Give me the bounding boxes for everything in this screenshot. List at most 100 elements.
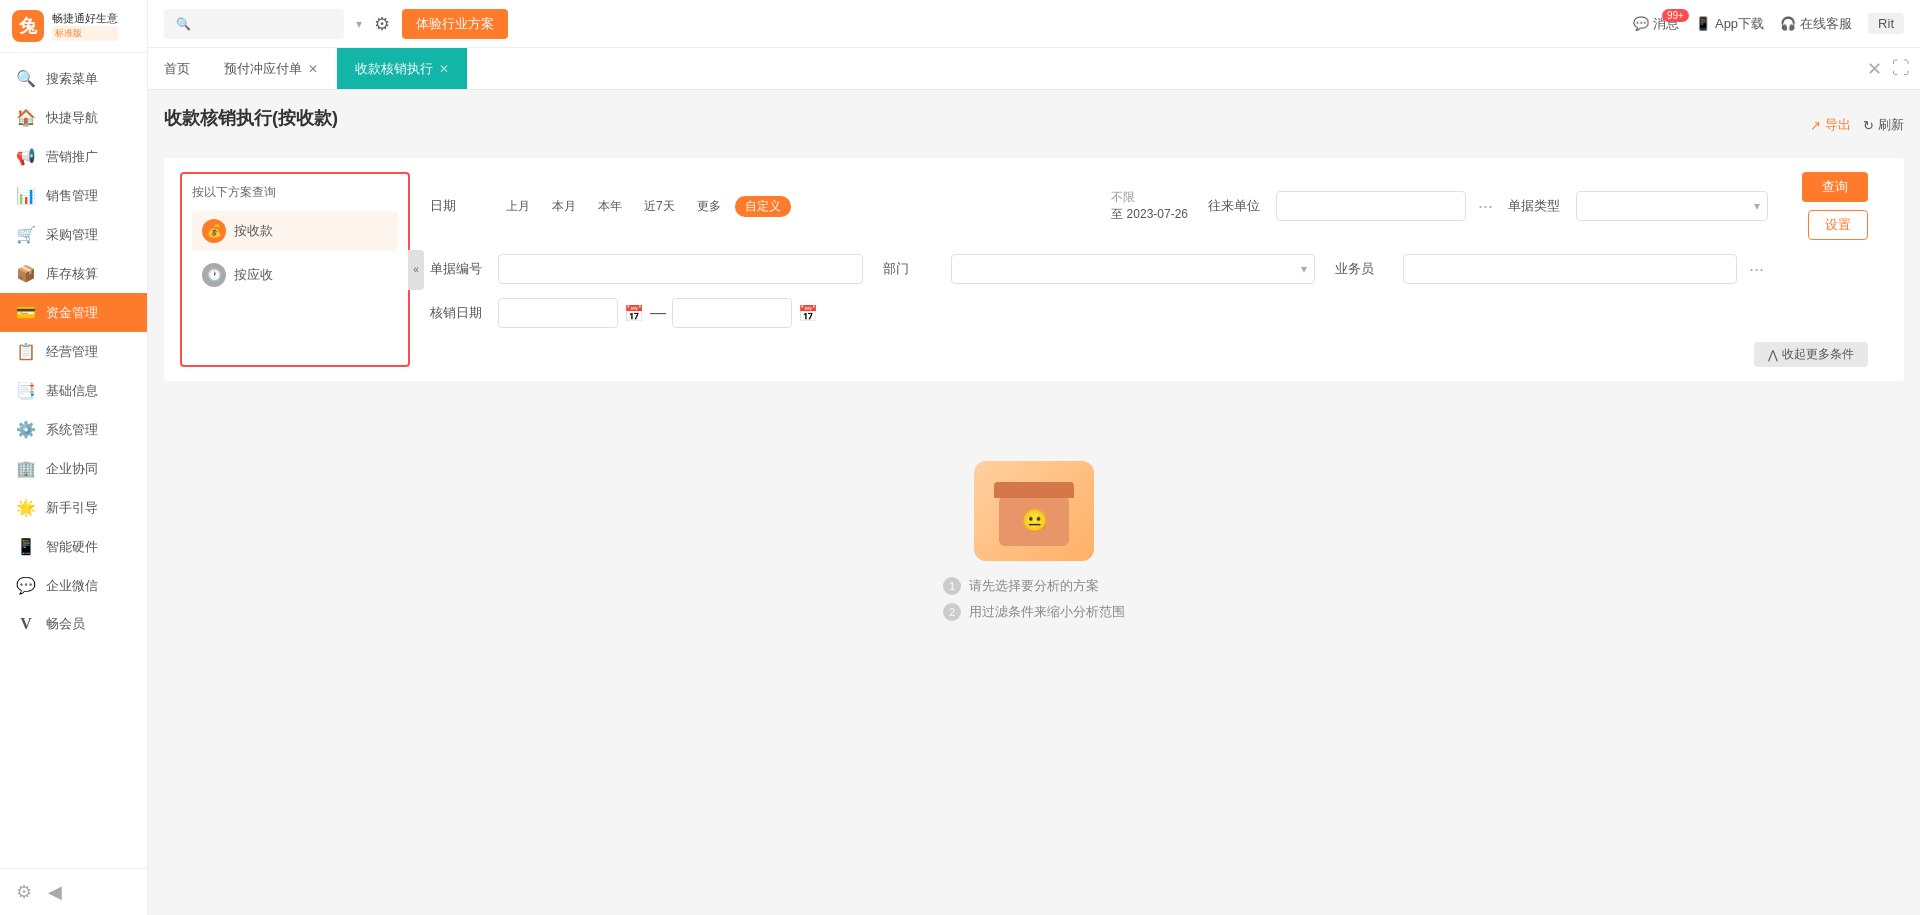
- date-prev-month-btn[interactable]: 上月: [498, 196, 538, 217]
- page-title: 收款核销执行(按收款): [164, 106, 338, 130]
- sidebar-item-sales[interactable]: 📊 销售管理: [0, 176, 147, 215]
- sidebar-item-wechat[interactable]: 💬 企业微信: [0, 566, 147, 605]
- doc-type-field: 单据类型: [1508, 191, 1768, 221]
- service-label: 在线客服: [1800, 15, 1852, 33]
- empty-illustration: 😐: [974, 461, 1094, 561]
- filter-row-1: 日期 上月 本月 本年 近7天 更多 自定义 不限至 2023-07-26: [430, 172, 1868, 240]
- collapse-more-section: ⋀ 收起更多条件: [430, 342, 1868, 367]
- topbar-right: 💬 消息 99+ 📱 App下载 🎧 在线客服 Rit: [1633, 13, 1904, 34]
- sidebar-item-system[interactable]: ⚙️ 系统管理: [0, 410, 147, 449]
- date-custom-btn[interactable]: 自定义: [735, 196, 791, 217]
- collapse-filter-btn[interactable]: «: [408, 250, 424, 290]
- sidebar-item-finance[interactable]: 💳 资金管理: [0, 293, 147, 332]
- sidebar-item-inventory[interactable]: 📦 库存核算: [0, 254, 147, 293]
- sidebar-item-operation[interactable]: 📋 经营管理: [0, 332, 147, 371]
- sidebar-label-operation: 经营管理: [46, 343, 98, 361]
- operation-icon: 📋: [16, 342, 36, 361]
- calendar-end-icon[interactable]: 📅: [798, 304, 818, 323]
- refresh-btn[interactable]: ↻ 刷新: [1863, 116, 1904, 134]
- tab-verify[interactable]: 收款核销执行 ✕: [337, 48, 468, 89]
- purchase-icon: 🛒: [16, 225, 36, 244]
- verify-date-start[interactable]: 2023-03-01: [498, 298, 618, 328]
- tab-home[interactable]: 首页: [148, 48, 206, 89]
- counterpart-input[interactable]: [1276, 191, 1466, 221]
- sidebar-item-marketing[interactable]: 📢 营销推广: [0, 137, 147, 176]
- counterpart-more-icon[interactable]: ···: [1474, 196, 1497, 217]
- filter-option-by-receipt[interactable]: 💰 按收款: [192, 211, 398, 251]
- counterpart-label: 往来单位: [1208, 197, 1268, 215]
- tab-verify-label: 收款核销执行: [355, 60, 433, 78]
- collapse-sidebar-icon[interactable]: ◀: [48, 881, 62, 903]
- setting-btn[interactable]: 设置: [1808, 210, 1868, 240]
- refresh-icon: ↻: [1863, 118, 1874, 133]
- service-btn[interactable]: 🎧 在线客服: [1780, 15, 1852, 33]
- filter-row-2: 单据编号 部门 业务员 ···: [430, 254, 1868, 284]
- sidebar-label-hardware: 智能硬件: [46, 538, 98, 556]
- member-icon: V: [16, 615, 36, 633]
- staff-input[interactable]: [1403, 254, 1737, 284]
- tab-prepay-close-icon[interactable]: ✕: [308, 62, 318, 76]
- sidebar-label-basic: 基础信息: [46, 382, 98, 400]
- sidebar-item-guide[interactable]: 🌟 新手引导: [0, 488, 147, 527]
- doc-type-select-wrapper: [1576, 191, 1768, 221]
- doc-no-input[interactable]: [498, 254, 863, 284]
- sidebar-label-finance: 资金管理: [46, 304, 98, 322]
- filter-right-panel: 日期 上月 本月 本年 近7天 更多 自定义 不限至 2023-07-26: [410, 172, 1888, 367]
- sidebar-item-shortcut[interactable]: 🏠 快捷导航: [0, 98, 147, 137]
- search-icon: 🔍: [16, 69, 36, 88]
- main-content: 🔍 ▾ ⚙ 体验行业方案 💬 消息 99+ 📱 App下载 🎧 在线客服 Rit…: [148, 0, 1920, 915]
- app-download-btn[interactable]: 📱 App下载: [1695, 15, 1764, 33]
- filter-option-by-receivable[interactable]: 🕐 按应收: [192, 255, 398, 295]
- basic-icon: 📑: [16, 381, 36, 400]
- sidebar-label-system: 系统管理: [46, 421, 98, 439]
- guide-icon: 🌟: [16, 498, 36, 517]
- tab-verify-close-icon[interactable]: ✕: [439, 62, 449, 76]
- hardware-icon: 📱: [16, 537, 36, 556]
- calendar-start-icon[interactable]: 📅: [624, 304, 644, 323]
- sidebar-item-hardware[interactable]: 📱 智能硬件: [0, 527, 147, 566]
- date-no-limit-text: 不限至 2023-07-26: [1111, 189, 1188, 223]
- sidebar-label-search: 搜索菜单: [46, 70, 98, 88]
- dropdown-arrow-icon[interactable]: ▾: [356, 17, 362, 31]
- filter-action-btns: 查询 设置: [1788, 172, 1868, 240]
- sidebar-label-member: 畅会员: [46, 615, 85, 633]
- search-box[interactable]: 🔍: [164, 9, 344, 39]
- date-this-month-btn[interactable]: 本月: [544, 196, 584, 217]
- marketing-icon: 📢: [16, 147, 36, 166]
- close-tab-icon[interactable]: ✕: [1867, 58, 1882, 80]
- staff-more-icon[interactable]: ···: [1745, 259, 1768, 280]
- hint-num-2: 2: [943, 603, 961, 621]
- filter-left-panel: 按以下方案查询 💰 按收款 🕐 按应收 «: [180, 172, 410, 367]
- sidebar-item-search[interactable]: 🔍 搜索菜单: [0, 59, 147, 98]
- settings-icon[interactable]: ⚙: [16, 881, 32, 903]
- date-more-btn[interactable]: 更多: [689, 196, 729, 217]
- export-btn[interactable]: ↗ 导出: [1810, 116, 1851, 134]
- sidebar-label-marketing: 营销推广: [46, 148, 98, 166]
- date-7days-btn[interactable]: 近7天: [636, 196, 683, 217]
- sidebar-item-basic[interactable]: 📑 基础信息: [0, 371, 147, 410]
- message-btn[interactable]: 💬 消息 99+: [1633, 15, 1679, 33]
- query-btn[interactable]: 查询: [1802, 172, 1868, 202]
- verify-date-label: 核销日期: [430, 304, 490, 322]
- date-this-year-btn[interactable]: 本年: [590, 196, 630, 217]
- sidebar-item-enterprise[interactable]: 🏢 企业协同: [0, 449, 147, 488]
- industry-btn[interactable]: 体验行业方案: [402, 9, 508, 39]
- dept-select[interactable]: [951, 254, 1316, 284]
- empty-hint-2: 2 用过滤条件来缩小分析范围: [943, 603, 1125, 621]
- empty-hints: 1 请先选择要分析的方案 2 用过滤条件来缩小分析范围: [943, 577, 1125, 621]
- gear-icon[interactable]: ⚙: [374, 13, 390, 35]
- expand-tab-icon[interactable]: ⛶: [1892, 58, 1910, 79]
- filter-option-receipt-label: 按收款: [234, 222, 273, 240]
- topbar: 🔍 ▾ ⚙ 体验行业方案 💬 消息 99+ 📱 App下载 🎧 在线客服 Rit: [148, 0, 1920, 48]
- collapse-more-btn[interactable]: ⋀ 收起更多条件: [1754, 342, 1868, 367]
- doc-type-select[interactable]: [1576, 191, 1768, 221]
- sidebar-label-purchase: 采购管理: [46, 226, 98, 244]
- user-info[interactable]: Rit: [1868, 13, 1904, 34]
- date-field: 日期 上月 本月 本年 近7天 更多 自定义: [430, 196, 1091, 217]
- sidebar-item-member[interactable]: V 畅会员: [0, 605, 147, 643]
- sidebar-label-wechat: 企业微信: [46, 577, 98, 595]
- sidebar-item-purchase[interactable]: 🛒 采购管理: [0, 215, 147, 254]
- verify-date-end[interactable]: 2023-07-21: [672, 298, 792, 328]
- empty-state: 😐 1 请先选择要分析的方案 2 用过滤条件来缩小分析范围: [164, 461, 1904, 621]
- tab-prepay[interactable]: 预付冲应付单 ✕: [206, 48, 337, 89]
